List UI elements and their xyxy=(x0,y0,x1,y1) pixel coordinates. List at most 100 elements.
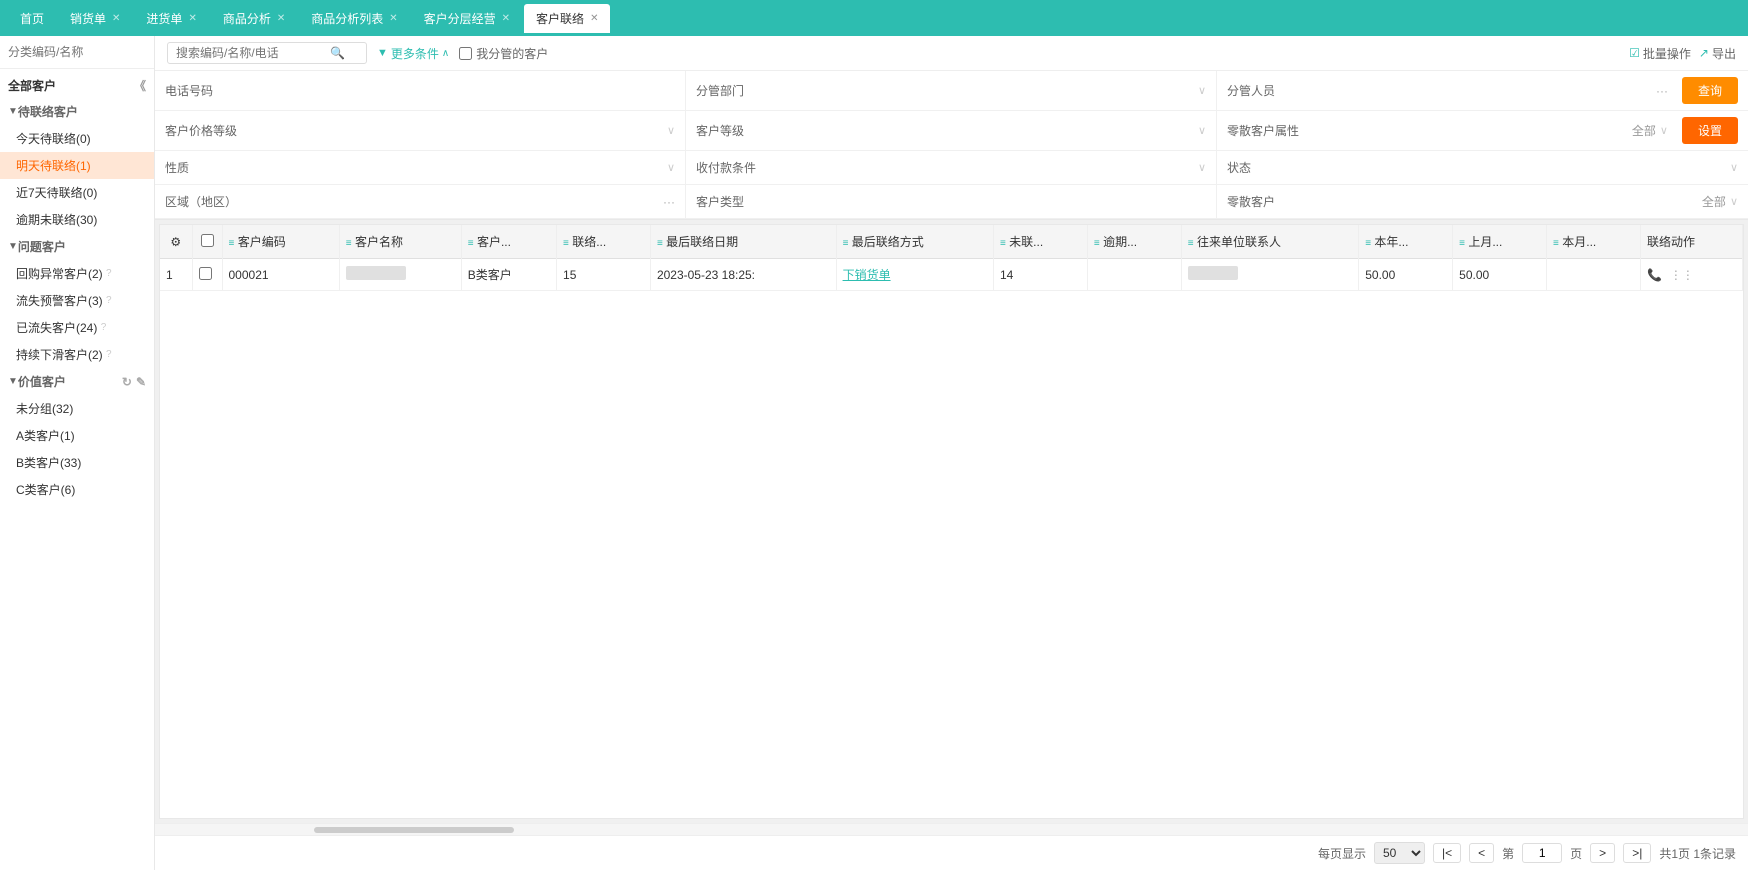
reset-button[interactable]: 设置 xyxy=(1682,117,1738,144)
th-contacts: ≡ 联络... xyxy=(557,225,651,259)
export-icon: ↗ xyxy=(1699,46,1709,60)
cell-check xyxy=(192,259,222,291)
sidebar-item-repurchase-anomaly[interactable]: 回购异常客户(2) ? xyxy=(0,260,154,287)
sidebar-item-churn-warning[interactable]: 流失预警客户(3) ? xyxy=(0,287,154,314)
status-arrow: ∨ xyxy=(1730,161,1738,174)
prev-page-btn[interactable]: < xyxy=(1469,843,1494,863)
filter-branch-dept-select[interactable]: ∨ xyxy=(757,84,1206,97)
filter-retail-attr: 零散客户属性 全部 ∨ 设置 xyxy=(1217,111,1748,151)
sidebar-collapse-icon[interactable]: 《 xyxy=(134,77,146,94)
filter-top-bar: 🔍 ▼ 更多条件 ∧ 我分管的客户 ☑ 批量操作 ↗ 导出 xyxy=(155,36,1748,71)
unit-contact-masked xyxy=(1188,266,1238,280)
sidebar: 🔍 全部客户 《 待联络客户 今天待联络(0) 明天待联络(1) 近7天待联络(… xyxy=(0,36,155,870)
filter-nature: 性质 ∨ xyxy=(155,151,686,185)
next-page-btn[interactable]: > xyxy=(1590,843,1615,863)
value-refresh-icon[interactable]: ↻ xyxy=(122,375,132,389)
data-table: ⚙ ≡ 客户编码 ≡ 客户名称 ≡ 客户... ≡ 联络... ≡ 最后联络日期… xyxy=(160,225,1743,291)
sidebar-item-ungrouped[interactable]: 未分组(32) xyxy=(0,395,154,422)
filter-status-select[interactable]: ∨ xyxy=(1288,161,1738,174)
filter-customer-level-select[interactable]: ∨ xyxy=(757,124,1206,137)
nav-home[interactable]: 首页 xyxy=(8,4,56,33)
nav-product-list[interactable]: 商品分析列表 ✕ xyxy=(299,4,409,33)
filter-price-level: 客户价格等级 ∨ xyxy=(155,111,686,151)
sidebar-item-tomorrow-contact[interactable]: 明天待联络(1) xyxy=(0,152,154,179)
scroll-thumb[interactable] xyxy=(314,827,514,833)
filter-retail-attr-select[interactable]: 全部 ∨ xyxy=(1305,122,1668,139)
sidebar-item-class-b[interactable]: B类客户(33) xyxy=(0,449,154,476)
per-page-label: 每页显示 xyxy=(1318,845,1366,862)
page-input[interactable] xyxy=(1522,843,1562,863)
cell-action: 📞 ⋮⋮ xyxy=(1640,259,1742,291)
filter-search-box: 🔍 xyxy=(167,42,367,64)
th-overdue: ≡ 逾期... xyxy=(1087,225,1181,259)
filter-query-btn-cell: 查询 xyxy=(1682,77,1738,104)
sidebar-item-declining[interactable]: 持续下滑客户(2) ? xyxy=(0,341,154,368)
close-product-analysis-tab[interactable]: ✕ xyxy=(277,13,285,24)
sidebar-item-overdue-contact[interactable]: 逾期未联络(30) xyxy=(0,206,154,233)
export-button[interactable]: ↗ 导出 xyxy=(1699,45,1736,62)
filter-price-level-select[interactable]: ∨ xyxy=(243,124,675,137)
all-customers-header: 全部客户 《 xyxy=(0,69,154,98)
cell-contacts: 15 xyxy=(557,259,651,291)
query-button[interactable]: 查询 xyxy=(1682,77,1738,104)
filter-search-input[interactable] xyxy=(176,46,326,60)
filter-nature-select[interactable]: ∨ xyxy=(226,161,675,174)
close-sales-tab[interactable]: ✕ xyxy=(112,13,120,24)
nav-customer-tier[interactable]: 客户分层经营 ✕ xyxy=(412,4,522,33)
nav-sales[interactable]: 销货单 ✕ xyxy=(58,4,132,33)
filter-icon: ▼ xyxy=(377,47,388,59)
sidebar-item-class-a[interactable]: A类客户(1) xyxy=(0,422,154,449)
my-customers-checkbox[interactable] xyxy=(459,47,472,60)
branch-person-dots[interactable]: ··· xyxy=(1656,84,1668,98)
cell-this-month xyxy=(1547,259,1641,291)
per-page-select[interactable]: 50 100 200 xyxy=(1374,842,1425,864)
filter-branch-person-select[interactable]: ··· xyxy=(1288,84,1668,98)
table-row: 1 000021 B类客户 15 2023-05-23 18:25: 下销货单 … xyxy=(160,259,1743,291)
sidebar-search-input[interactable] xyxy=(8,45,155,59)
nav-customer-contact[interactable]: 客户联络 ✕ xyxy=(524,4,610,33)
first-page-btn[interactable]: |< xyxy=(1433,843,1461,863)
bulk-op-checkbox-icon: ☑ xyxy=(1629,46,1640,60)
bulk-op-button[interactable]: ☑ 批量操作 xyxy=(1629,45,1691,62)
page-suffix: 页 xyxy=(1570,845,1582,862)
close-purchase-tab[interactable]: ✕ xyxy=(188,13,196,24)
row-checkbox[interactable] xyxy=(199,267,212,280)
th-last-month: ≡ 上月... xyxy=(1453,225,1547,259)
th-this-month: ≡ 本月... xyxy=(1547,225,1641,259)
value-edit-icon[interactable]: ✎ xyxy=(136,375,146,389)
nav-product-analysis[interactable]: 商品分析 ✕ xyxy=(211,4,297,33)
sidebar-item-week-contact[interactable]: 近7天待联络(0) xyxy=(0,179,154,206)
filter-region-select[interactable]: ··· xyxy=(243,195,675,209)
close-customer-contact-tab[interactable]: ✕ xyxy=(590,13,598,24)
more-filters-button[interactable]: ▼ 更多条件 ∧ xyxy=(377,45,449,62)
sidebar-item-churned[interactable]: 已流失客户(24) ? xyxy=(0,314,154,341)
branch-dept-arrow: ∨ xyxy=(1198,84,1206,97)
more-filters-arrow: ∧ xyxy=(442,48,449,59)
th-last-date: ≡ 最后联络日期 xyxy=(650,225,836,259)
select-all-checkbox[interactable] xyxy=(201,234,214,247)
close-customer-tier-tab[interactable]: ✕ xyxy=(502,13,510,24)
row-action-icons: 📞 ⋮⋮ xyxy=(1647,268,1736,282)
sidebar-item-today-contact[interactable]: 今天待联络(0) xyxy=(0,125,154,152)
last-page-btn[interactable]: >| xyxy=(1623,843,1651,863)
qr-icon[interactable]: ⋮⋮ xyxy=(1670,268,1694,282)
th-settings[interactable]: ⚙ xyxy=(160,225,192,259)
help-icon-3: ? xyxy=(101,322,107,333)
filter-customer-type: 客户类型 xyxy=(686,185,1217,219)
call-icon[interactable]: 📞 xyxy=(1647,268,1662,282)
my-customers-check[interactable]: 我分管的客户 xyxy=(459,45,548,62)
cell-name xyxy=(339,259,461,291)
retail-customer-arrow: ∨ xyxy=(1730,195,1738,208)
filter-payment-select[interactable]: ∨ xyxy=(762,161,1206,174)
top-actions: ☑ 批量操作 ↗ 导出 xyxy=(1629,45,1736,62)
region-dots[interactable]: ··· xyxy=(663,195,675,209)
content-area: 🔍 ▼ 更多条件 ∧ 我分管的客户 ☑ 批量操作 ↗ 导出 xyxy=(155,36,1748,870)
sidebar-item-class-c[interactable]: C类客户(6) xyxy=(0,476,154,503)
nav-purchase[interactable]: 进货单 ✕ xyxy=(134,4,208,33)
filter-retail-customer-select[interactable]: 全部 ∨ xyxy=(1288,193,1738,210)
cell-not-contacted: 14 xyxy=(993,259,1087,291)
close-product-list-tab[interactable]: ✕ xyxy=(389,13,397,24)
filter-search-icon[interactable]: 🔍 xyxy=(330,46,345,60)
th-action: 联络动作 xyxy=(1640,225,1742,259)
last-way-link[interactable]: 下销货单 xyxy=(843,268,891,282)
